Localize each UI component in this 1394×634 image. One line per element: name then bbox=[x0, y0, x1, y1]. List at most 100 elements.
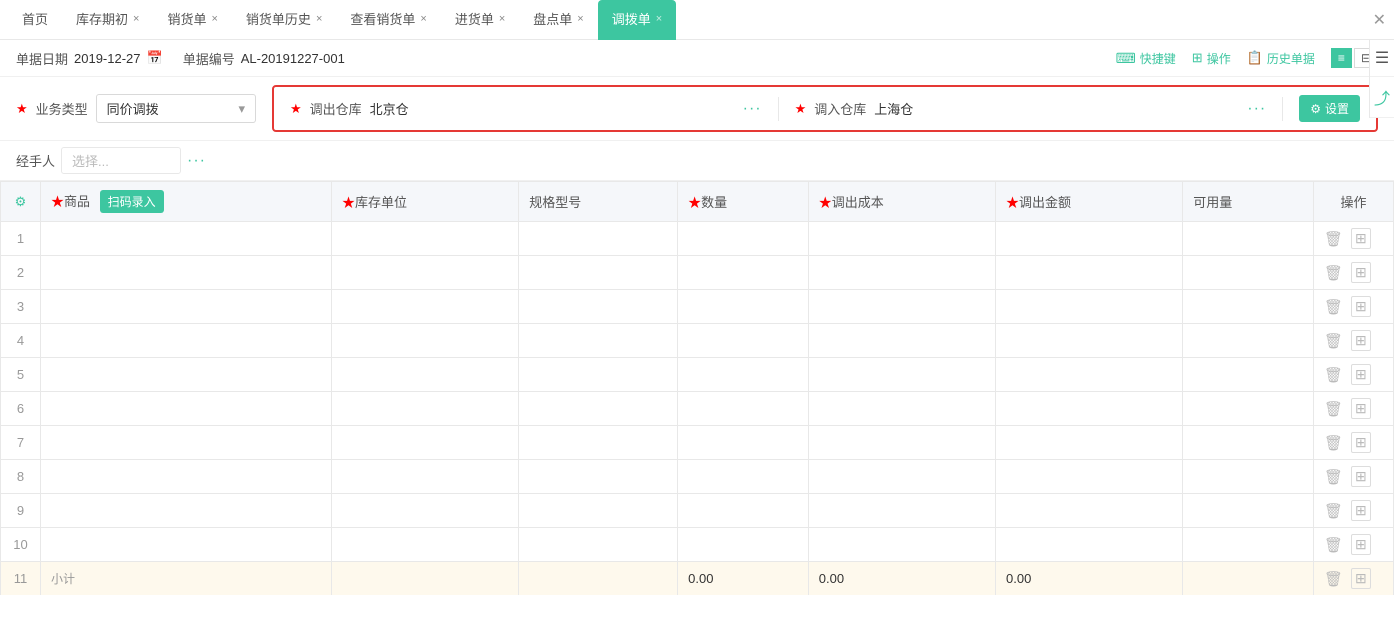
cell-unit[interactable] bbox=[331, 256, 518, 290]
person-select[interactable]: 选择... bbox=[61, 147, 181, 174]
settings-btn[interactable]: ⚙ 设置 bbox=[1299, 95, 1360, 122]
cell-amount[interactable] bbox=[996, 290, 1183, 324]
cell-available[interactable] bbox=[1183, 460, 1314, 494]
tab-inventory-init[interactable]: 库存期初 × bbox=[62, 0, 153, 40]
cell-unit[interactable] bbox=[331, 222, 518, 256]
close-inventory-init[interactable]: × bbox=[133, 13, 139, 25]
cell-cost[interactable] bbox=[808, 392, 995, 426]
cell-spec[interactable] bbox=[519, 392, 678, 426]
cell-quantity[interactable] bbox=[678, 256, 809, 290]
right-panel-list-btn[interactable]: ☰ bbox=[1370, 40, 1394, 77]
cell-cost[interactable] bbox=[808, 256, 995, 290]
cell-quantity[interactable] bbox=[678, 392, 809, 426]
close-sales-order[interactable]: × bbox=[211, 13, 217, 25]
cell-amount[interactable] bbox=[996, 392, 1183, 426]
cell-available[interactable] bbox=[1183, 392, 1314, 426]
cell-spec[interactable] bbox=[519, 222, 678, 256]
cell-product[interactable] bbox=[41, 426, 332, 460]
history-btn[interactable]: 📋 历史单据 bbox=[1247, 50, 1315, 67]
trash-icon[interactable]: 🗑 bbox=[1324, 502, 1343, 520]
cell-amount[interactable] bbox=[996, 324, 1183, 358]
cell-unit[interactable] bbox=[331, 494, 518, 528]
cell-cost[interactable] bbox=[808, 324, 995, 358]
cell-spec[interactable] bbox=[519, 460, 678, 494]
tab-sales-history[interactable]: 销货单历史 × bbox=[232, 0, 336, 40]
cell-quantity[interactable] bbox=[678, 358, 809, 392]
copy-icon[interactable]: ⊞ bbox=[1351, 330, 1371, 351]
right-panel-export-btn[interactable]: ⤴ bbox=[1370, 77, 1394, 118]
copy-icon[interactable]: ⊞ bbox=[1351, 398, 1371, 419]
cell-spec[interactable] bbox=[519, 426, 678, 460]
cell-cost[interactable] bbox=[808, 460, 995, 494]
cell-spec[interactable] bbox=[519, 324, 678, 358]
copy-icon[interactable]: ⊞ bbox=[1351, 466, 1371, 487]
cell-cost[interactable] bbox=[808, 358, 995, 392]
cell-amount[interactable] bbox=[996, 256, 1183, 290]
cell-quantity[interactable] bbox=[678, 494, 809, 528]
cell-product[interactable] bbox=[41, 358, 332, 392]
scan-btn[interactable]: 扫码录入 bbox=[100, 190, 164, 213]
cell-available[interactable] bbox=[1183, 256, 1314, 290]
shortcuts-btn[interactable]: ⌨ 快捷键 bbox=[1116, 50, 1176, 67]
cell-available[interactable] bbox=[1183, 358, 1314, 392]
copy-icon[interactable]: ⊞ bbox=[1351, 296, 1371, 317]
cell-spec[interactable] bbox=[519, 256, 678, 290]
trash-icon[interactable]: 🗑 bbox=[1324, 332, 1343, 350]
trash-icon[interactable]: 🗑 bbox=[1324, 434, 1343, 452]
cell-available[interactable] bbox=[1183, 494, 1314, 528]
cell-product[interactable] bbox=[41, 460, 332, 494]
trash-icon[interactable]: 🗑 bbox=[1324, 468, 1343, 486]
view-list-btn[interactable]: ≡ bbox=[1331, 48, 1352, 68]
copy-icon[interactable]: ⊞ bbox=[1351, 568, 1371, 589]
cell-unit[interactable] bbox=[331, 324, 518, 358]
cell-amount[interactable] bbox=[996, 426, 1183, 460]
cell-available[interactable] bbox=[1183, 528, 1314, 562]
cell-product[interactable] bbox=[41, 528, 332, 562]
cell-product[interactable] bbox=[41, 290, 332, 324]
close-purchase-order[interactable]: × bbox=[499, 13, 505, 25]
cell-cost[interactable] bbox=[808, 426, 995, 460]
cell-unit[interactable] bbox=[331, 426, 518, 460]
tab-purchase-order[interactable]: 进货单 × bbox=[441, 0, 519, 40]
close-sales-history[interactable]: × bbox=[316, 13, 322, 25]
cell-amount[interactable] bbox=[996, 222, 1183, 256]
close-transfer[interactable]: × bbox=[656, 13, 662, 25]
gear-icon[interactable]: ⚙ bbox=[15, 194, 27, 209]
trash-icon[interactable]: 🗑 bbox=[1324, 400, 1343, 418]
trash-icon[interactable]: 🗑 bbox=[1324, 536, 1343, 554]
cell-available[interactable] bbox=[1183, 324, 1314, 358]
cell-available[interactable] bbox=[1183, 290, 1314, 324]
cell-product[interactable] bbox=[41, 324, 332, 358]
cell-spec[interactable] bbox=[519, 358, 678, 392]
tab-transfer[interactable]: 调拨单 × bbox=[598, 0, 676, 40]
cell-amount[interactable] bbox=[996, 528, 1183, 562]
business-type-select[interactable]: 同价调拨 ▾ bbox=[96, 94, 256, 123]
cell-amount[interactable] bbox=[996, 494, 1183, 528]
cell-product[interactable] bbox=[41, 256, 332, 290]
tab-stocktake[interactable]: 盘点单 × bbox=[519, 0, 597, 40]
close-stocktake[interactable]: × bbox=[577, 13, 583, 25]
cell-available[interactable] bbox=[1183, 426, 1314, 460]
cell-cost[interactable] bbox=[808, 290, 995, 324]
cell-amount[interactable] bbox=[996, 460, 1183, 494]
cell-quantity[interactable] bbox=[678, 426, 809, 460]
copy-icon[interactable]: ⊞ bbox=[1351, 262, 1371, 283]
person-ellipsis[interactable]: ··· bbox=[187, 152, 206, 170]
actions-btn[interactable]: ⊞ 操作 bbox=[1192, 50, 1231, 67]
copy-icon[interactable]: ⊞ bbox=[1351, 228, 1371, 249]
cell-cost[interactable] bbox=[808, 222, 995, 256]
cell-unit[interactable] bbox=[331, 528, 518, 562]
tab-sales-order[interactable]: 销货单 × bbox=[153, 0, 231, 40]
copy-icon[interactable]: ⊞ bbox=[1351, 500, 1371, 521]
cell-unit[interactable] bbox=[331, 358, 518, 392]
trash-icon[interactable]: 🗑 bbox=[1324, 570, 1343, 588]
cell-amount[interactable] bbox=[996, 358, 1183, 392]
cell-spec[interactable] bbox=[519, 290, 678, 324]
copy-icon[interactable]: ⊞ bbox=[1351, 364, 1371, 385]
cell-product[interactable] bbox=[41, 222, 332, 256]
cell-cost[interactable] bbox=[808, 528, 995, 562]
trash-icon[interactable]: 🗑 bbox=[1324, 366, 1343, 384]
trash-icon[interactable]: 🗑 bbox=[1324, 264, 1343, 282]
copy-icon[interactable]: ⊞ bbox=[1351, 534, 1371, 555]
cell-quantity[interactable] bbox=[678, 222, 809, 256]
